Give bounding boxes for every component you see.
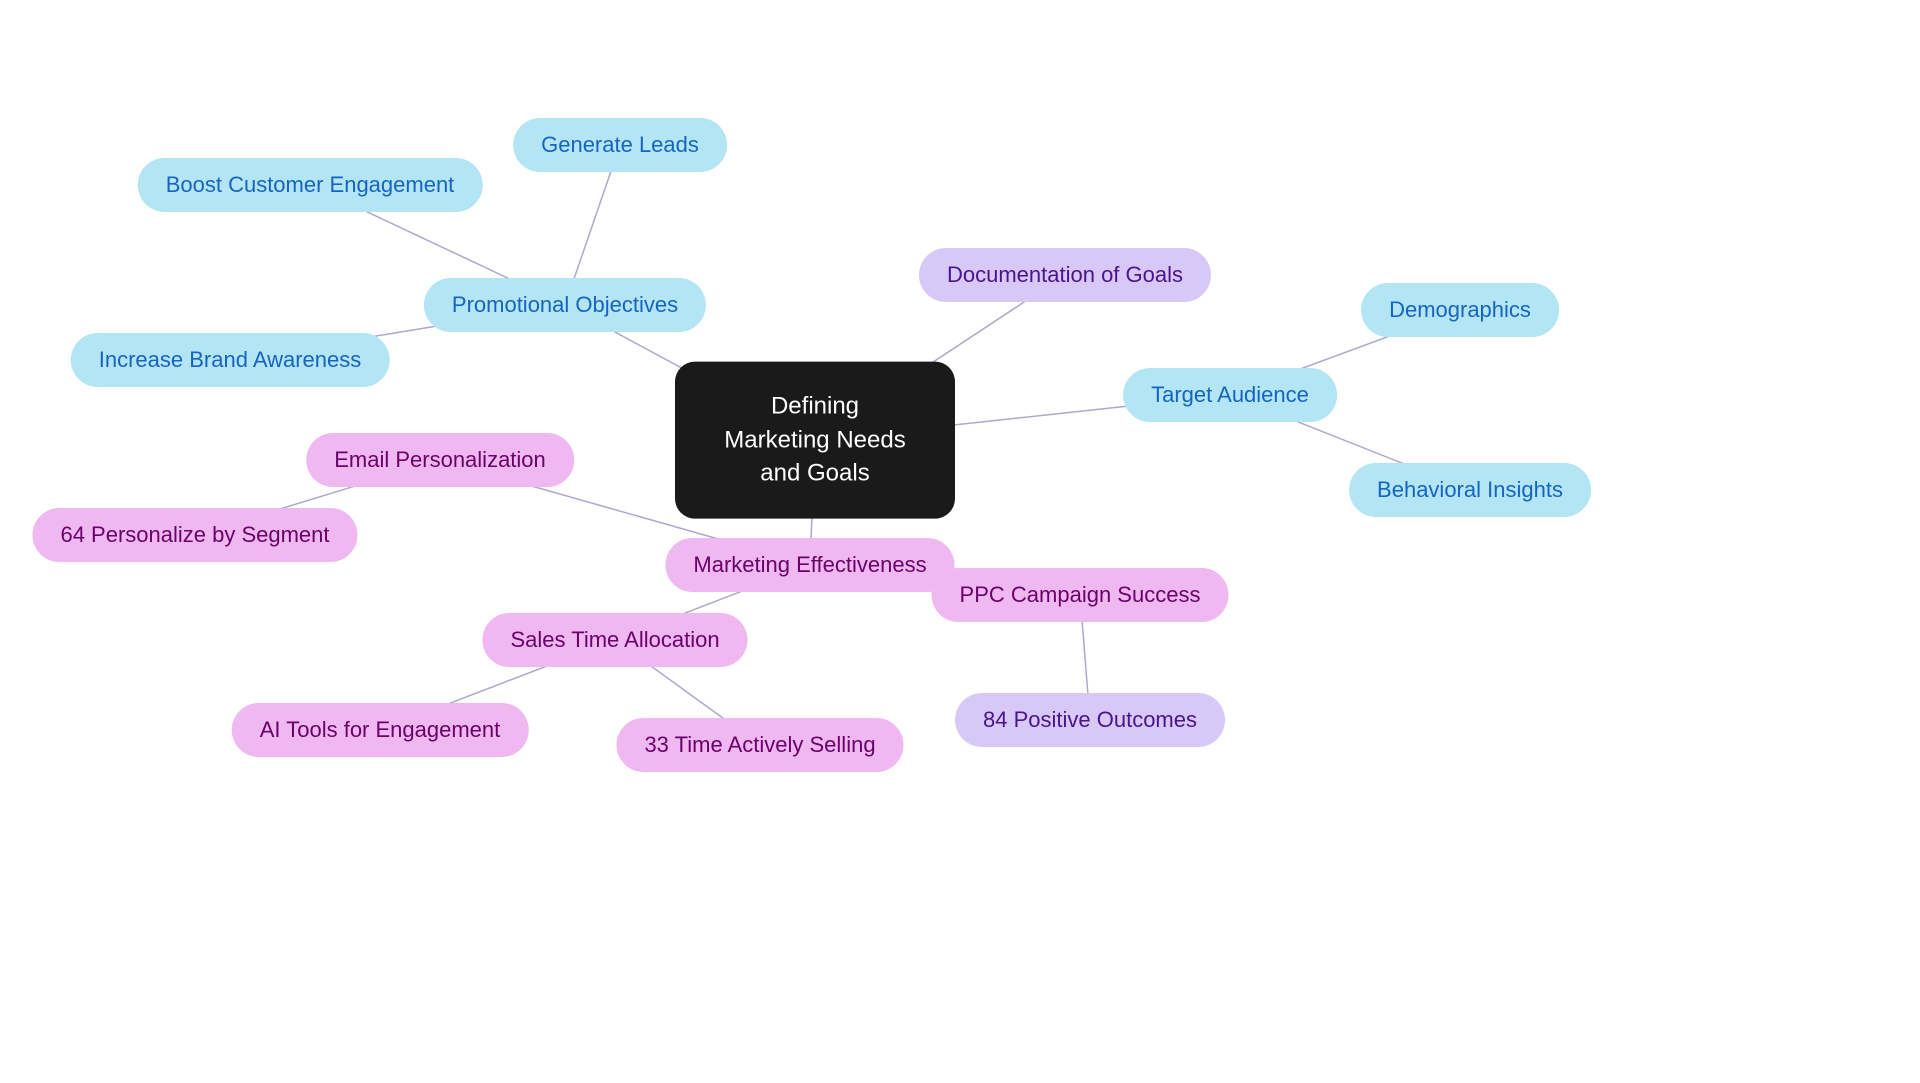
node-promotional-objectives[interactable]: Promotional Objectives [424, 278, 706, 332]
node-personalize-by-segment[interactable]: 64 Personalize by Segment [32, 508, 357, 562]
node-increase-brand-awareness[interactable]: Increase Brand Awareness [71, 333, 390, 387]
mindmap-container: Defining Marketing Needs and Goals Promot… [0, 0, 1920, 1083]
node-positive-outcomes[interactable]: 84 Positive Outcomes [955, 693, 1225, 747]
node-marketing-effectiveness[interactable]: Marketing Effectiveness [665, 538, 954, 592]
node-target-audience[interactable]: Target Audience [1123, 368, 1337, 422]
node-time-actively-selling[interactable]: 33 Time Actively Selling [616, 718, 903, 772]
node-ppc-campaign-success[interactable]: PPC Campaign Success [932, 568, 1229, 622]
node-sales-time-allocation[interactable]: Sales Time Allocation [482, 613, 747, 667]
node-email-personalization[interactable]: Email Personalization [306, 433, 574, 487]
node-demographics[interactable]: Demographics [1361, 283, 1559, 337]
node-center[interactable]: Defining Marketing Needs and Goals [675, 362, 955, 519]
node-generate-leads[interactable]: Generate Leads [513, 118, 727, 172]
node-documentation-of-goals[interactable]: Documentation of Goals [919, 248, 1211, 302]
node-behavioral-insights[interactable]: Behavioral Insights [1349, 463, 1591, 517]
node-ai-tools-for-engagement[interactable]: AI Tools for Engagement [232, 703, 529, 757]
node-boost-customer-engagement[interactable]: Boost Customer Engagement [138, 158, 483, 212]
